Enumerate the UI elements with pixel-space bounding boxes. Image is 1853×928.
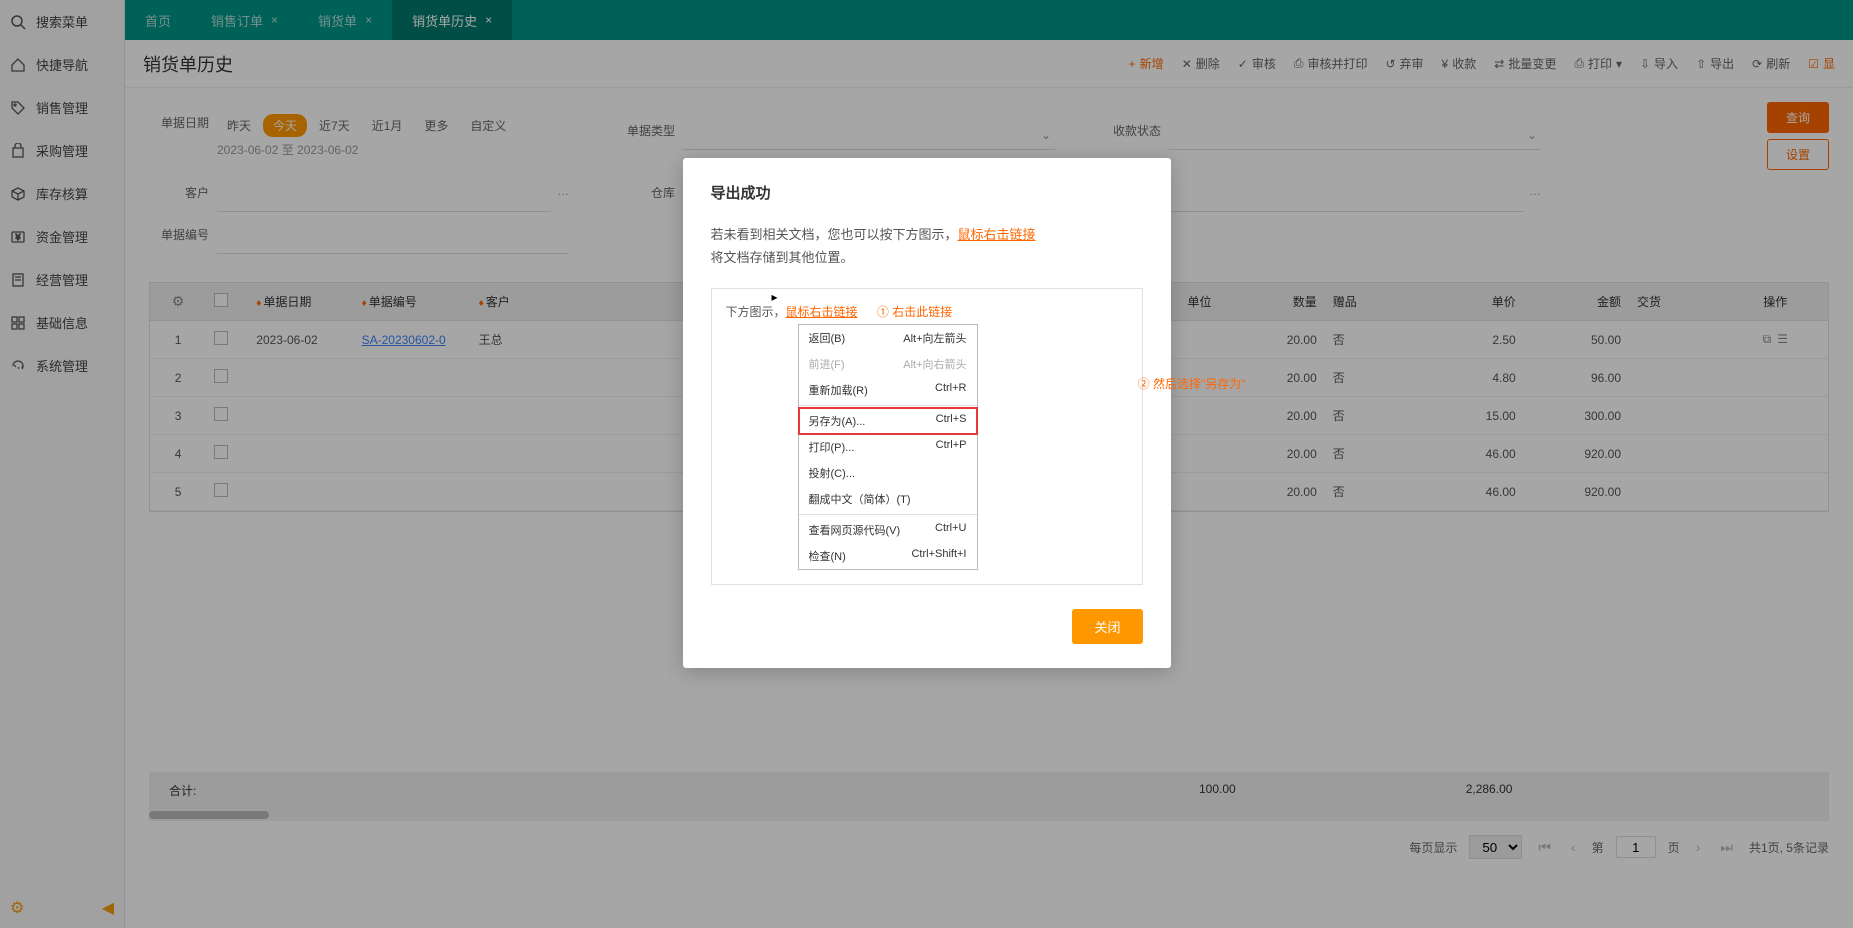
modal-overlay[interactable]: 导出成功 若未看到相关文档，您也可以按下方图示，鼠标右击链接 将文档存储到其他位…	[0, 0, 1853, 928]
modal-text: 若未看到相关文档，您也可以按下方图示，鼠标右击链接 将文档存储到其他位置。	[711, 223, 1143, 270]
export-success-modal: 导出成功 若未看到相关文档，您也可以按下方图示，鼠标右击链接 将文档存储到其他位…	[683, 158, 1171, 668]
context-menu-item: 查看网页源代码(V)Ctrl+U	[799, 517, 977, 543]
instruction-diagram: 下方图示，鼠标右击链接 ▸ ① 右击此链接 返回(B)Alt+向左箭头前进(F)…	[711, 288, 1143, 585]
context-menu-diagram: 返回(B)Alt+向左箭头前进(F)Alt+向右箭头重新加载(R)Ctrl+R 另…	[798, 324, 978, 570]
callout-2: ② 然后选择"另存为"	[1138, 375, 1246, 392]
context-menu-item: 打印(P)...Ctrl+P	[799, 434, 977, 460]
right-click-link[interactable]: 鼠标右击链接	[958, 227, 1036, 242]
context-menu-item: 翻成中文（简体）(T)	[799, 486, 977, 512]
callout-1: ① 右击此链接	[877, 305, 952, 319]
context-menu-item: 检查(N)Ctrl+Shift+I	[799, 543, 977, 569]
modal-title: 导出成功	[711, 182, 1143, 203]
context-menu-item: 返回(B)Alt+向左箭头	[799, 325, 977, 351]
context-menu-item: 投射(C)...	[799, 460, 977, 486]
context-menu-item: 重新加载(R)Ctrl+R	[799, 377, 977, 403]
close-button[interactable]: 关闭	[1072, 609, 1142, 644]
cursor-icon: ▸	[772, 290, 778, 304]
context-menu-item: 前进(F)Alt+向右箭头	[799, 351, 977, 377]
instruction-link: 鼠标右击链接	[786, 305, 858, 319]
context-menu-item: 另存为(A)...Ctrl+S	[799, 408, 977, 434]
